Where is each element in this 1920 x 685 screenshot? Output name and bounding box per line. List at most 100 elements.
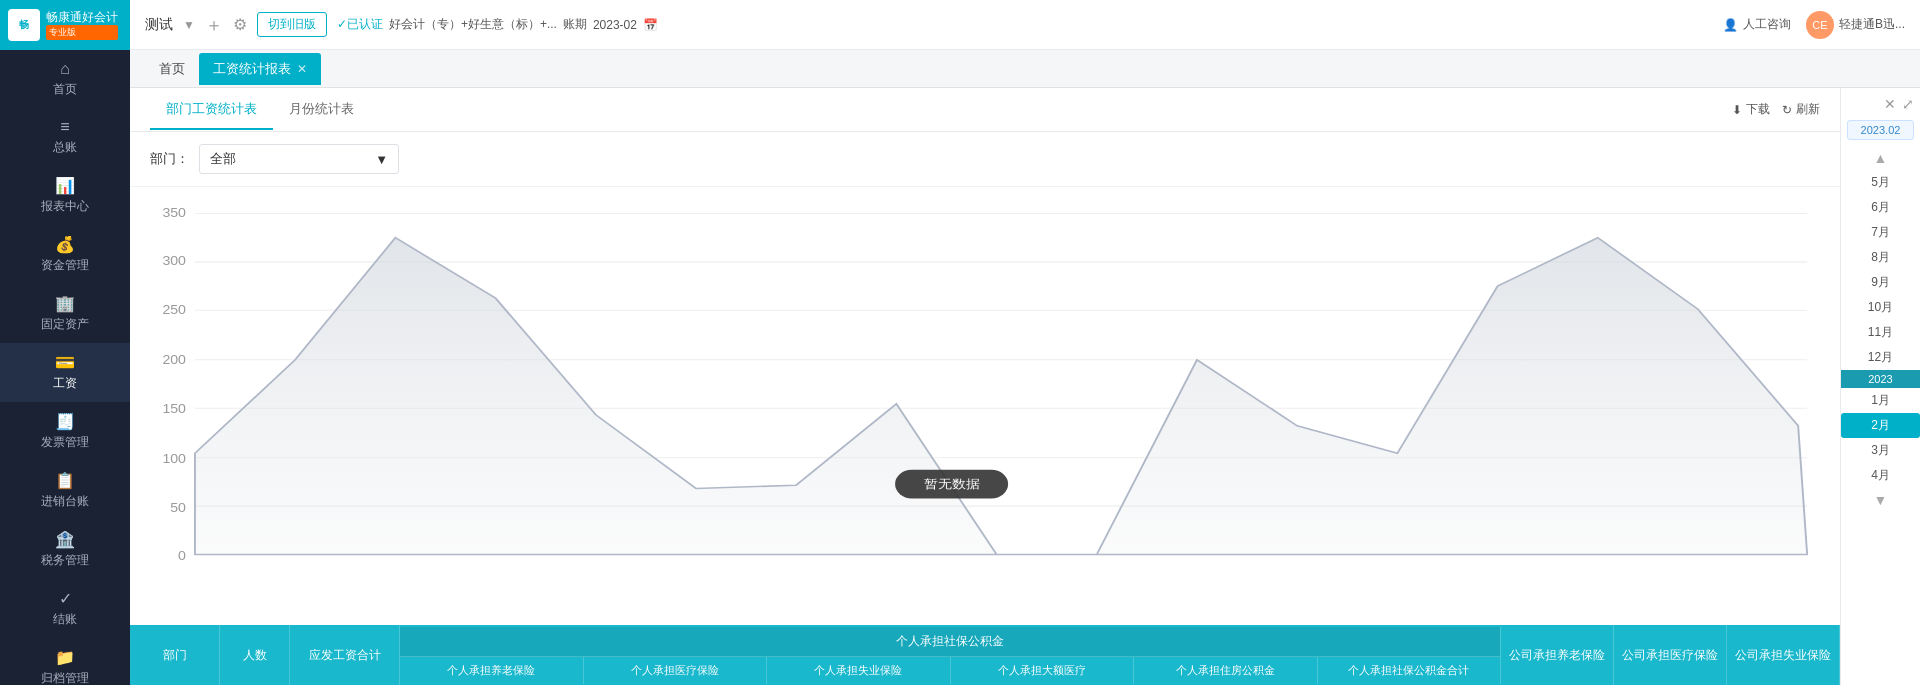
- month-8[interactable]: 8月: [1841, 245, 1920, 270]
- month-2023-4[interactable]: 4月: [1841, 463, 1920, 488]
- col-company-medical: 公司承担医疗保险: [1614, 625, 1727, 685]
- month-9[interactable]: 9月: [1841, 270, 1920, 295]
- subtabs-bar: 部门工资统计表 月份统计表 ⬇ 下载 ↻ 刷新: [130, 88, 1840, 132]
- month-2023-2[interactable]: 2月: [1841, 413, 1920, 438]
- ledger-icon: ≡: [60, 118, 69, 136]
- subtabs-actions: ⬇ 下载 ↻ 刷新: [1732, 101, 1820, 118]
- sidebar-nav: ⌂ 首页 ≡ 总账 📊 报表中心 💰 资金管理 🏢 固定资产 💳 工资 🧾 发票…: [0, 50, 130, 685]
- refresh-icon: ↻: [1782, 103, 1792, 117]
- group-personal-insurance: 个人承担社保公积金 个人承担养老保险 个人承担医疗保险 个人承担失业保险 个人承…: [400, 627, 1501, 684]
- sidebar-item-archive[interactable]: 📁 归档管理: [0, 638, 130, 685]
- sidebar-item-reports[interactable]: 📊 报表中心: [0, 166, 130, 225]
- sidebar-item-label: 总账: [53, 139, 77, 156]
- svg-text:暂无数据: 暂无数据: [924, 477, 980, 491]
- col-company-medical-label: 公司承担医疗保险: [1622, 647, 1718, 664]
- col-company-pension: 公司承担养老保险: [1501, 625, 1614, 685]
- col-personal-major-medical: 个人承担大额医疗: [951, 657, 1135, 684]
- download-button[interactable]: ⬇ 下载: [1732, 101, 1770, 118]
- dept-select-arrow: ▼: [375, 152, 388, 167]
- month-11[interactable]: 11月: [1841, 320, 1920, 345]
- sidebar-item-salary[interactable]: 💳 工资: [0, 343, 130, 402]
- sidebar-item-funds[interactable]: 💰 资金管理: [0, 225, 130, 284]
- content-main: 部门工资统计表 月份统计表 ⬇ 下载 ↻ 刷新: [130, 88, 1840, 685]
- help-button[interactable]: 👤 人工咨询: [1723, 16, 1791, 33]
- month-2023-1[interactable]: 1月: [1841, 388, 1920, 413]
- month-2023-3[interactable]: 3月: [1841, 438, 1920, 463]
- tab-close-button[interactable]: ✕: [297, 62, 307, 76]
- col-personal-medical: 个人承担医疗保险: [584, 657, 768, 684]
- avatar-text: CE: [1812, 19, 1827, 31]
- switch-version-button[interactable]: 切到旧版: [257, 12, 327, 37]
- sidebar-item-label: 报表中心: [41, 198, 89, 215]
- sidebar-item-label: 资金管理: [41, 257, 89, 274]
- reports-icon: 📊: [55, 176, 75, 195]
- period-label: 账期: [563, 16, 587, 33]
- period-value: 2023-02: [593, 18, 637, 32]
- sidebar-item-assets[interactable]: 🏢 固定资产: [0, 284, 130, 343]
- col-count-label: 人数: [243, 647, 267, 664]
- month-12[interactable]: 12月: [1841, 345, 1920, 370]
- chart-area: 350 300 250 200 150 100 50 0: [130, 187, 1840, 625]
- sidebar-item-home[interactable]: ⌂ 首页: [0, 50, 130, 108]
- month-6[interactable]: 6月: [1841, 195, 1920, 220]
- logo-icon: 畅: [8, 9, 40, 41]
- nav-up-button[interactable]: ▲: [1841, 146, 1920, 170]
- dept-select[interactable]: 全部 ▼: [199, 144, 399, 174]
- content-area: 部门工资统计表 月份统计表 ⬇ 下载 ↻ 刷新: [130, 88, 1920, 685]
- sidebar-item-sales[interactable]: 📋 进销台账: [0, 461, 130, 520]
- subtabs-left: 部门工资统计表 月份统计表: [150, 90, 370, 130]
- sales-icon: 📋: [55, 471, 75, 490]
- tab-salary-report[interactable]: 工资统计报表 ✕: [199, 53, 321, 85]
- month-10[interactable]: 10月: [1841, 295, 1920, 320]
- company-dropdown-arrow[interactable]: ▼: [183, 18, 195, 32]
- subtab-monthly[interactable]: 月份统计表: [273, 90, 370, 130]
- sidebar-item-label: 税务管理: [41, 552, 89, 569]
- sidebar-item-tax[interactable]: 🏦 税务管理: [0, 520, 130, 579]
- svg-text:100: 100: [162, 452, 186, 466]
- sidebar-item-checkout[interactable]: ✓ 结账: [0, 579, 130, 638]
- refresh-button[interactable]: ↻ 刷新: [1782, 101, 1820, 118]
- company-settings-button[interactable]: ⚙: [233, 15, 247, 34]
- tab-salary-report-label: 工资统计报表: [213, 60, 291, 78]
- subtab-monthly-label: 月份统计表: [289, 101, 354, 116]
- sidebar-item-ledger[interactable]: ≡ 总账: [0, 108, 130, 166]
- col-company-unemployment: 公司承担失业保险: [1727, 625, 1840, 685]
- dept-filter-label: 部门：: [150, 150, 189, 168]
- panel-expand-button[interactable]: ⤢: [1902, 96, 1914, 112]
- current-period-display[interactable]: 2023.02: [1847, 120, 1914, 140]
- assets-icon: 🏢: [55, 294, 75, 313]
- main-area: 测试 ▼ ＋ ⚙ 切到旧版 ✓已认证 好会计（专）+好生意（标）+... 账期 …: [130, 0, 1920, 685]
- col-dept-label: 部门: [163, 647, 187, 664]
- tabbar: 首页 工资统计报表 ✕: [130, 50, 1920, 88]
- year-2023-label: 2023: [1841, 370, 1920, 388]
- subtab-dept[interactable]: 部门工资统计表: [150, 90, 273, 130]
- help-label: 人工咨询: [1743, 16, 1791, 33]
- add-company-button[interactable]: ＋: [205, 13, 223, 37]
- checkout-icon: ✓: [59, 589, 72, 608]
- user-info[interactable]: CE 轻捷通B迅...: [1806, 11, 1905, 39]
- table-footer: 部门 人数 应发工资合计 个人承担社保公积金 个人承担养老保险 个人承担医疗保险: [130, 625, 1840, 685]
- sidebar: 畅 畅康通好会计 专业版 ⌂ 首页 ≡ 总账 📊 报表中心 💰 资金管理 🏢 固…: [0, 0, 130, 685]
- calendar-icon[interactable]: 📅: [643, 18, 658, 32]
- tab-home-label: 首页: [159, 60, 185, 78]
- svg-text:50: 50: [170, 501, 186, 515]
- nav-down-button[interactable]: ▼: [1841, 488, 1920, 512]
- verified-badge: ✓已认证: [337, 16, 383, 33]
- username-label: 轻捷通B迅...: [1839, 16, 1905, 33]
- col-personal-unemployment: 个人承担失业保险: [767, 657, 951, 684]
- group-personal-insurance-cells: 个人承担养老保险 个人承担医疗保险 个人承担失业保险 个人承担大额医疗 个人承担…: [400, 657, 1500, 684]
- month-7[interactable]: 7月: [1841, 220, 1920, 245]
- panel-close-button[interactable]: ✕: [1884, 96, 1896, 112]
- dept-select-value: 全部: [210, 150, 236, 168]
- logo-icon-text: 畅: [19, 18, 29, 32]
- svg-text:200: 200: [162, 353, 186, 367]
- download-icon: ⬇: [1732, 103, 1742, 117]
- refresh-label: 刷新: [1796, 101, 1820, 118]
- month-5[interactable]: 5月: [1841, 170, 1920, 195]
- logo-badge: 专业版: [46, 25, 118, 40]
- tab-home[interactable]: 首页: [145, 53, 199, 85]
- sidebar-item-invoice[interactable]: 🧾 发票管理: [0, 402, 130, 461]
- topbar: 测试 ▼ ＋ ⚙ 切到旧版 ✓已认证 好会计（专）+好生意（标）+... 账期 …: [130, 0, 1920, 50]
- sidebar-item-label: 工资: [53, 375, 77, 392]
- salary-chart: 350 300 250 200 150 100 50 0: [150, 197, 1820, 615]
